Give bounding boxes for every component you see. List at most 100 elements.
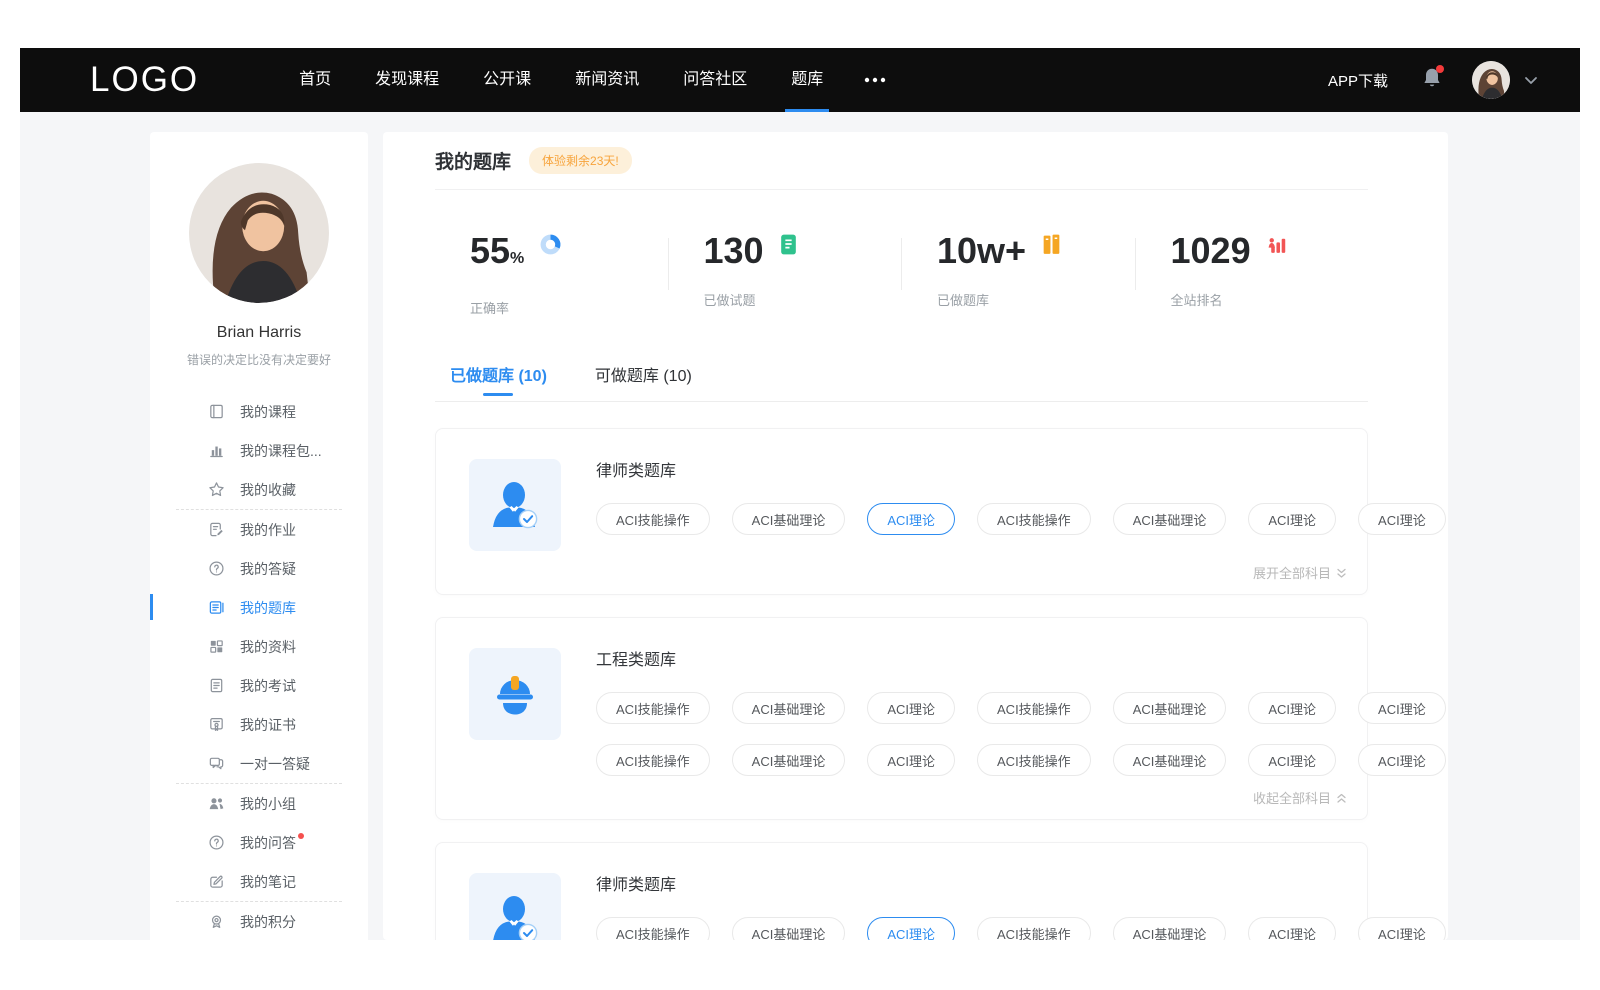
sidebar-item[interactable]: 我的收藏 (150, 470, 368, 509)
user-avatar[interactable] (1472, 61, 1510, 99)
sidebar-item[interactable]: 我的小组 (150, 784, 368, 823)
sidebar-item[interactable]: 我的笔记 (150, 862, 368, 901)
stat-top: 1029 (1171, 230, 1369, 272)
sidebar-menu: 我的课程我的课程包... 我的收藏我的作业我的答疑我的题库我的资料我的考试我的证书… (150, 392, 368, 940)
question-bank-icon (208, 599, 225, 616)
subject-tag[interactable]: ACI技能操作 (977, 503, 1091, 535)
nav-item[interactable]: 题库 (791, 48, 823, 112)
ranking-icon (1266, 233, 1289, 256)
subject-tag[interactable]: ACI技能操作 (977, 917, 1091, 940)
tab[interactable]: 可做题库 (10) (595, 362, 692, 401)
sidebar-item-label: 我的小组 (240, 794, 296, 814)
subject-tag[interactable]: ACI理论 (867, 744, 955, 776)
nav-item[interactable]: 首页 (299, 48, 331, 112)
stat-top: 55% (470, 230, 668, 280)
stat-top: 10w+ (937, 230, 1135, 272)
sidebar-item[interactable]: 我的证书 (150, 705, 368, 744)
star-icon (208, 481, 225, 498)
subject-tag[interactable]: ACI技能操作 (977, 692, 1091, 724)
card-title[interactable]: 律师类题库 (596, 875, 1347, 897)
nav-item[interactable]: 发现课程 (375, 48, 439, 112)
subject-tag[interactable]: ACI理论 (1358, 744, 1446, 776)
chevron-double-down-icon (1336, 567, 1347, 579)
sidebar-item-label: 一对一答疑 (240, 754, 310, 774)
stat-block: 55% 正确率 (435, 230, 668, 314)
lawyer-icon[interactable] (469, 459, 561, 551)
nav-item[interactable]: 公开课 (483, 48, 531, 112)
chevron-down-icon[interactable] (1524, 76, 1538, 85)
stat-suffix: % (510, 250, 524, 267)
sidebar-item-label: 我的积分 (240, 912, 296, 932)
subject-tag[interactable]: ACI理论 (867, 692, 955, 724)
lawyer-icon[interactable] (469, 873, 561, 940)
nav-item[interactable]: 问答社区 (683, 48, 747, 112)
subject-tag[interactable]: ACI基础理论 (1113, 744, 1227, 776)
profile-name: Brian Harris (150, 324, 368, 342)
subject-tag[interactable]: ACI理论 (1248, 917, 1336, 940)
subject-tag[interactable]: ACI基础理论 (732, 744, 846, 776)
subject-tag[interactable]: ACI基础理论 (732, 692, 846, 724)
sidebar-item[interactable]: 我的题库 (150, 588, 368, 627)
subject-tag[interactable]: ACI技能操作 (596, 692, 710, 724)
subject-tag[interactable]: ACI理论 (1248, 744, 1336, 776)
card-body: 律师类题库 ACI技能操作 ACI基础理论 ACI理论 ACI技能操作 ACI基础理论 AC… (469, 459, 1347, 551)
tabs: 已做题库 (10) 可做题库 (10) (435, 362, 1368, 402)
tag-row: ACI技能操作ACI基础理论ACI理论ACI技能操作ACI基础理论ACI理论AC… (596, 917, 1347, 940)
card-title[interactable]: 工程类题库 (596, 650, 1347, 672)
subject-tag[interactable]: ACI基础理论 (1113, 692, 1227, 724)
stats-row: 55%正确率130已做试题10w+已做题库1029全站排名 (435, 190, 1368, 314)
subject-tag[interactable]: ACI技能操作 (596, 744, 710, 776)
subject-tag[interactable]: ACI理论 (1358, 692, 1446, 724)
profile-grid-icon (208, 638, 225, 655)
subject-tag[interactable]: ACI理论 (867, 503, 955, 535)
sidebar-item[interactable]: 一对一答疑 (150, 744, 368, 783)
sidebar-item-label: 我的资料 (240, 637, 296, 657)
subject-tag[interactable]: ACI基础理论 (1113, 503, 1227, 535)
sidebar-item[interactable]: 我的资料 (150, 627, 368, 666)
sidebar-item[interactable]: 我的作业 (150, 510, 368, 549)
stat-value: 130 (704, 230, 764, 272)
toggle-subjects-label: 收起全部科目 (1253, 788, 1331, 807)
toggle-subjects-link[interactable]: 收起全部科目 (469, 776, 1347, 809)
sidebar-item[interactable]: 我的答疑 (150, 549, 368, 588)
logo[interactable]: LOGO (90, 60, 199, 100)
subject-tag[interactable]: ACI理论 (1248, 692, 1336, 724)
subject-tag[interactable]: ACI理论 (1358, 503, 1446, 535)
stat-label: 正确率 (470, 298, 668, 314)
toggle-subjects-link[interactable]: 展开全部科目 (469, 551, 1347, 584)
subject-tag[interactable]: ACI理论 (867, 917, 955, 940)
app-download-link[interactable]: APP下载 (1328, 70, 1388, 91)
nav-more-icon[interactable] (863, 77, 887, 83)
notification-dot (1436, 65, 1444, 73)
subject-tag[interactable]: ACI基础理论 (732, 503, 846, 535)
notification-bell-icon[interactable] (1422, 67, 1442, 94)
subject-tag[interactable]: ACI技能操作 (596, 503, 710, 535)
navbar-right: APP下载 (1328, 61, 1538, 99)
sidebar-item[interactable]: 我的积分 (150, 902, 368, 940)
stat-value: 10w+ (937, 230, 1026, 272)
subject-tag[interactable]: ACI基础理论 (1113, 917, 1227, 940)
sidebar-item[interactable]: 我的问答 (150, 823, 368, 862)
subject-tag[interactable]: ACI技能操作 (977, 744, 1091, 776)
sidebar-item[interactable]: 我的课程包... (150, 431, 368, 470)
sidebar-item-label: 我的课程包... (240, 441, 322, 461)
subject-tag[interactable]: ACI理论 (1248, 503, 1336, 535)
card-body: 律师类题库 ACI技能操作 ACI基础理论 ACI理论 ACI技能操作 ACI基础理论 AC… (469, 873, 1347, 940)
tab[interactable]: 已做题库 (10) (450, 362, 547, 401)
tag-row: ACI技能操作ACI基础理论ACI理论ACI技能操作ACI基础理论ACI理论AC… (596, 744, 1347, 776)
subject-tag[interactable]: ACI技能操作 (596, 917, 710, 940)
sidebar-item-label: 我的笔记 (240, 872, 296, 892)
stat-block: 130已做试题 (669, 230, 902, 314)
tag-row: ACI技能操作ACI基础理论ACI理论ACI技能操作ACI基础理论ACI理论AC… (596, 503, 1347, 535)
subject-tag[interactable]: ACI基础理论 (732, 917, 846, 940)
main-panel: 我的题库 体验剩余23天! 55%正确率130已做试题10w+已做题库1029全… (383, 132, 1448, 940)
card-body: 工程类题库 ACI技能操作 ACI基础理论 ACI理论 ACI技能操作 ACI基础理论 AC… (469, 648, 1347, 776)
main-header: 我的题库 体验剩余23天! (435, 132, 1368, 190)
subject-tag[interactable]: ACI理论 (1358, 917, 1446, 940)
sidebar-item[interactable]: 我的课程 (150, 392, 368, 431)
sidebar-item[interactable]: 我的考试 (150, 666, 368, 705)
nav-item[interactable]: 新闻资讯 (575, 48, 639, 112)
stat-label: 已做题库 (937, 290, 1135, 306)
engineer-icon[interactable] (469, 648, 561, 740)
card-title[interactable]: 律师类题库 (596, 461, 1347, 483)
